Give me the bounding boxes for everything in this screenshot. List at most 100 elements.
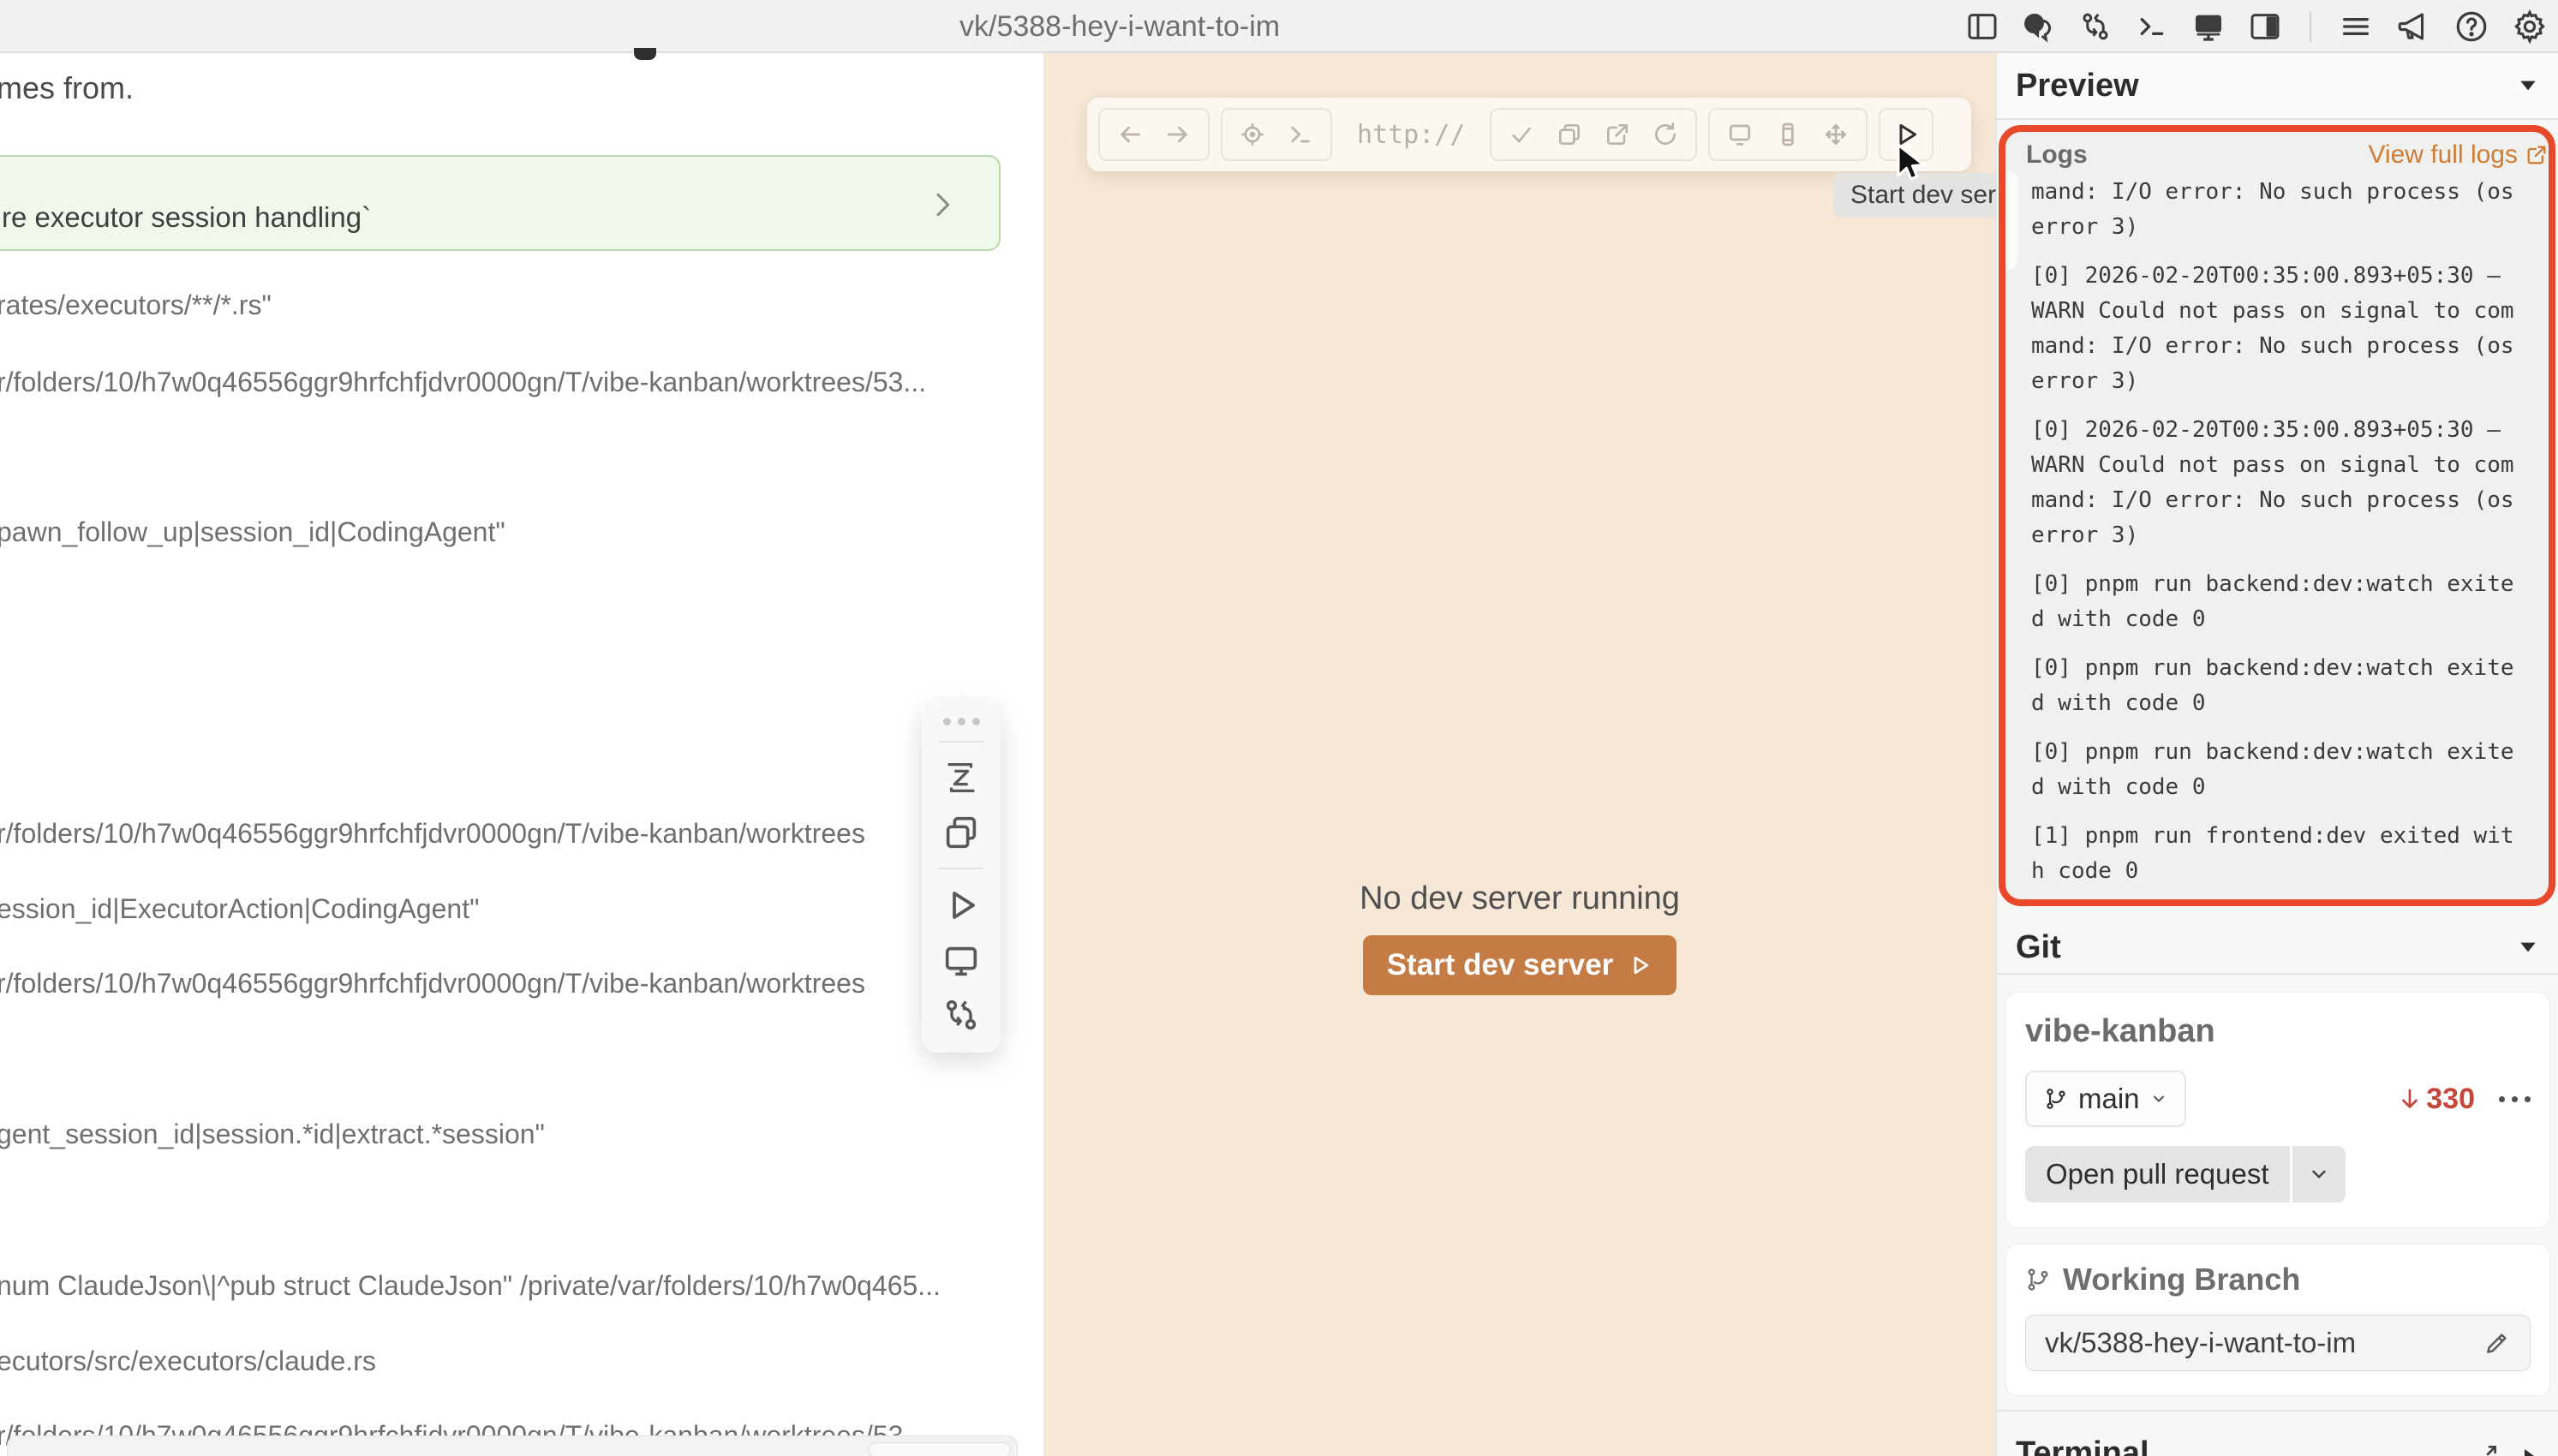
repo-name: vibe-kanban xyxy=(2025,1013,2531,1050)
logs-panel: Logs View full logs mand: I/O error: No … xyxy=(1999,125,2555,906)
git-repo-card: vibe-kanban main 330 Open pull request xyxy=(2005,992,2550,1228)
external-link-icon xyxy=(2525,143,2549,167)
terminal-section-header[interactable]: Terminal xyxy=(1997,1420,2558,1456)
expand-icon[interactable] xyxy=(2472,1442,2500,1456)
chevron-right-icon[interactable] xyxy=(2519,1446,2539,1456)
help-icon[interactable] xyxy=(2453,9,2489,45)
move-icon[interactable] xyxy=(1822,121,1850,148)
more-options-icon[interactable] xyxy=(2499,1096,2531,1102)
open-pr-split-button: Open pull request xyxy=(2025,1146,2531,1202)
browser-toolbar: http:// xyxy=(1087,98,1971,171)
log-entry: [0] pnpm run backend:dev:watch exite d w… xyxy=(2031,735,2537,805)
open-pr-button[interactable]: Open pull request xyxy=(2025,1146,2290,1202)
window-title: vk/5388-hey-i-want-to-im xyxy=(959,10,1280,44)
preview-section-title: Preview xyxy=(2016,68,2517,104)
log-entry: [0] pnpm run backend:dev:watch exite d w… xyxy=(2031,567,2537,637)
back-icon[interactable] xyxy=(1116,121,1144,148)
title-bar: vk/5388-hey-i-want-to-im xyxy=(0,0,2558,53)
toolbar-divider xyxy=(939,868,983,869)
log-path-line: ession_id|ExecutorAction|CodingAgent" xyxy=(0,893,479,925)
titlebar-notch xyxy=(634,48,656,60)
gear-icon[interactable] xyxy=(2512,9,2548,45)
horizontal-scrollbar-thumb[interactable] xyxy=(869,1442,1011,1456)
git-branch-icon xyxy=(2025,1267,2051,1292)
mobile-icon[interactable] xyxy=(1774,121,1802,148)
toolbar-divider xyxy=(939,741,983,743)
preview-section-header[interactable]: Preview xyxy=(1997,53,2558,120)
monitor-icon[interactable] xyxy=(941,941,981,981)
console-icon[interactable] xyxy=(1287,121,1314,148)
horizontal-scrollbar-track[interactable] xyxy=(7,1435,1018,1456)
git-section-header[interactable]: Git xyxy=(1997,922,2558,975)
device-group xyxy=(1708,108,1868,161)
megaphone-icon[interactable] xyxy=(2395,9,2431,45)
log-entry: mand: I/O error: No such process (os err… xyxy=(2031,175,2537,245)
desktop-icon[interactable] xyxy=(1726,121,1754,148)
zed-editor-icon[interactable] xyxy=(941,758,981,797)
start-dev-server-button[interactable]: Start dev server xyxy=(1363,935,1677,995)
git-compare-icon[interactable] xyxy=(2078,9,2113,44)
inspect-group xyxy=(1221,108,1332,161)
log-entry: [0] 2026-02-20T00:35:00.893+05:30 – WARN… xyxy=(2031,413,2537,553)
menu-icon[interactable] xyxy=(2339,9,2373,44)
working-branch-title: Working Branch xyxy=(2063,1262,2300,1298)
terminal-section-title: Terminal xyxy=(2016,1435,2472,1456)
action-group xyxy=(1490,108,1697,161)
play-icon xyxy=(1627,952,1653,978)
refresh-icon[interactable] xyxy=(1652,121,1679,148)
terminal-icon[interactable] xyxy=(2135,9,2169,44)
logs-scrollbar-thumb[interactable] xyxy=(2005,171,2017,270)
copy-icon[interactable] xyxy=(1556,121,1583,148)
edit-pencil-icon[interactable] xyxy=(2483,1329,2511,1357)
chevron-down-icon xyxy=(2517,75,2539,97)
forward-icon[interactable] xyxy=(1164,121,1192,148)
working-branch-field[interactable]: vk/5388-hey-i-want-to-im xyxy=(2025,1315,2531,1371)
working-branch-card: Working Branch vk/5388-hey-i-want-to-im xyxy=(2005,1244,2550,1396)
right-sidebar: Preview Logs View full logs mand: I/O er… xyxy=(1996,53,2558,1456)
commits-behind-badge: 330 xyxy=(2397,1083,2475,1116)
log-path-line: r/folders/10/h7w0q46556ggr9hrfchfjdvr000… xyxy=(0,968,865,1000)
log-path-line: num ClaudeJson\|^pub struct ClaudeJson" … xyxy=(0,1270,941,1302)
chevron-down-icon xyxy=(2517,936,2539,958)
log-entry: [0] pnpm run backend:dev:watch exite d w… xyxy=(2031,651,2537,721)
log-path-line: rates/executors/**/*.rs" xyxy=(0,289,272,321)
logs-output[interactable]: mand: I/O error: No such process (os err… xyxy=(2005,171,2549,889)
conversation-panel: mes from. re executor session handling` … xyxy=(0,53,1043,1456)
preview-panel: http:// Start dev server No dev server r… xyxy=(1043,53,1996,1456)
url-placeholder[interactable]: http:// xyxy=(1357,120,1465,150)
git-section-title: Git xyxy=(2016,929,2517,966)
chevron-down-icon xyxy=(2308,1163,2330,1185)
mouse-cursor xyxy=(1887,140,1932,185)
log-path-line: r/folders/10/h7w0q46556ggr9hrfchfjdvr000… xyxy=(0,818,865,850)
titlebar-actions xyxy=(1965,0,2548,53)
log-path-line: gent_session_id|session.*id|extract.*ses… xyxy=(0,1119,545,1150)
drag-handle-icon[interactable] xyxy=(943,718,980,725)
branch-selector[interactable]: main xyxy=(2025,1071,2186,1127)
chevron-right-icon xyxy=(925,188,959,222)
view-full-logs-link[interactable]: View full logs xyxy=(2368,140,2549,170)
log-entry: [0] 2026-02-20T00:35:00.893+05:30 – WARN… xyxy=(2031,259,2537,399)
panel-left-icon[interactable] xyxy=(1965,9,1999,44)
arrow-down-icon xyxy=(2397,1086,2423,1112)
target-icon[interactable] xyxy=(1239,121,1266,148)
task-card[interactable]: re executor session handling` xyxy=(0,155,1001,251)
play-icon[interactable] xyxy=(941,885,982,926)
commits-behind-count: 330 xyxy=(2426,1083,2475,1116)
external-link-icon[interactable] xyxy=(1604,121,1631,148)
copy-icon[interactable] xyxy=(941,813,981,852)
open-pr-dropdown[interactable] xyxy=(2292,1146,2346,1202)
log-path-line: ecutors/src/executors/claude.rs xyxy=(0,1346,376,1377)
chat-icon[interactable] xyxy=(2022,9,2056,44)
git-branch-icon xyxy=(2044,1087,2068,1111)
no-dev-server-message: No dev server running xyxy=(1043,880,1996,917)
monitor-icon[interactable] xyxy=(2191,9,2226,44)
git-diff-icon[interactable] xyxy=(942,996,980,1034)
check-icon[interactable] xyxy=(1508,121,1535,148)
log-path-line: r/folders/10/h7w0q46556ggr9hrfchfjdvr000… xyxy=(0,367,926,398)
panel-right-icon[interactable] xyxy=(2248,9,2282,44)
message-text: mes from. xyxy=(0,70,134,106)
nav-group xyxy=(1098,108,1210,161)
floating-toolbar xyxy=(922,701,1001,1053)
task-card-text: re executor session handling` xyxy=(2,201,371,234)
log-entry: [1] pnpm run frontend:dev exited wit h c… xyxy=(2031,819,2537,889)
